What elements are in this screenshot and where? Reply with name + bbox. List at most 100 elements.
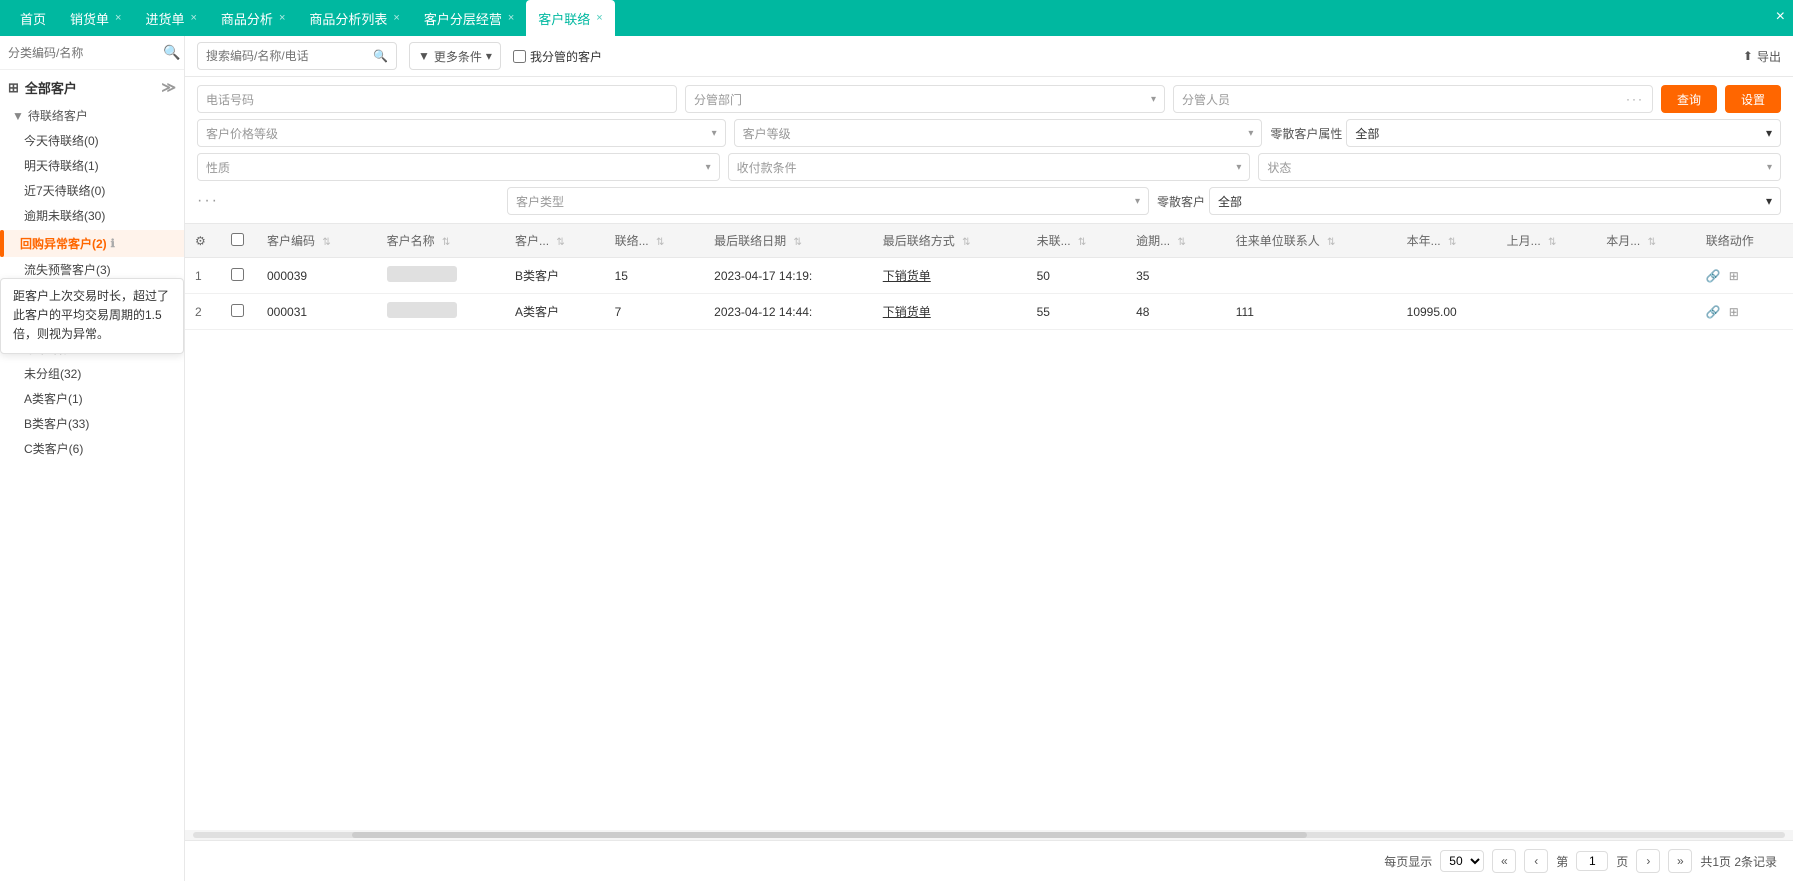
- payment-field[interactable]: 收付款条件 ▾: [728, 153, 1251, 181]
- nav-customer-segment[interactable]: 客户分层经营 ×: [412, 0, 526, 36]
- row-last-contact-method[interactable]: 下销货单: [873, 294, 1027, 330]
- sort-date[interactable]: ⇅: [794, 237, 802, 248]
- row-last-contact-date: 2023-04-12 14:44:: [704, 294, 873, 330]
- nav-purchase-close[interactable]: ×: [190, 12, 196, 24]
- nav-sales-close[interactable]: ×: [115, 12, 121, 24]
- nav-product-list-close[interactable]: ×: [393, 12, 399, 24]
- nav-customer-contact[interactable]: 客户联络 ×: [526, 0, 614, 36]
- query-button[interactable]: 查询: [1661, 85, 1717, 113]
- manager-field[interactable]: 分管人员 ···: [1173, 85, 1653, 113]
- sort-contact-person[interactable]: ⇅: [1327, 237, 1335, 248]
- sidebar-item-overdue[interactable]: 逾期未联络(30): [0, 203, 184, 228]
- search-input-wrapper[interactable]: 🔍: [197, 42, 397, 70]
- dept-field[interactable]: 分管部门 ▾: [685, 85, 1165, 113]
- sort-overdue[interactable]: ⇅: [1177, 237, 1185, 248]
- sidebar-item-7days[interactable]: 近7天待联络(0): [0, 178, 184, 203]
- sort-month[interactable]: ⇅: [1648, 237, 1656, 248]
- sort-lastmonth[interactable]: ⇅: [1548, 237, 1556, 248]
- select-all-checkbox[interactable]: [231, 233, 244, 246]
- search-input[interactable]: [206, 49, 373, 63]
- row-unlink-days: 55: [1027, 294, 1127, 330]
- nav-customer-contact-close[interactable]: ×: [596, 12, 602, 24]
- nature-arrow: ▾: [706, 162, 711, 173]
- my-customers-checkbox[interactable]: 我分管的客户: [513, 48, 602, 65]
- export-btn[interactable]: ⬆ 导出: [1743, 48, 1781, 65]
- table-row: 1 000039 B类客户 15 2023-04-17 14:19: 下销货单 …: [185, 258, 1793, 294]
- more-conditions-btn[interactable]: ▼ 更多条件 ▾: [409, 42, 501, 70]
- sidebar-item-tomorrow[interactable]: 明天待联络(1): [0, 153, 184, 178]
- nav-product-analysis[interactable]: 商品分析 ×: [209, 0, 297, 36]
- search-icon: 🔍: [373, 49, 388, 63]
- sidebar-all-customers-header[interactable]: ⊞ 全部客户 ≫: [0, 70, 184, 101]
- sidebar-item-today[interactable]: 今天待联络(0): [0, 128, 184, 153]
- row-num: 2: [185, 294, 221, 330]
- row-checkbox-cell[interactable]: [221, 294, 257, 330]
- col-settings[interactable]: ⚙: [185, 224, 221, 258]
- nature-field[interactable]: 性质 ▾: [197, 153, 720, 181]
- page-label: 第: [1556, 853, 1568, 870]
- row-checkbox[interactable]: [231, 268, 244, 281]
- first-page-btn[interactable]: «: [1492, 849, 1516, 873]
- prev-page-btn[interactable]: ‹: [1524, 849, 1548, 873]
- collapse-icon[interactable]: ≫: [161, 79, 176, 96]
- price-grade-field[interactable]: 客户价格等级 ▾: [197, 119, 726, 147]
- grid-action-icon[interactable]: ⊞: [1729, 305, 1739, 319]
- sort-type[interactable]: ⇅: [556, 237, 564, 248]
- grid-action-icon[interactable]: ⊞: [1729, 269, 1739, 283]
- sidebar-search-input[interactable]: [8, 46, 163, 60]
- next-page-btn[interactable]: ›: [1636, 849, 1660, 873]
- nav-customer-segment-close[interactable]: ×: [508, 12, 514, 24]
- row-last-contact-method[interactable]: 下销货单: [873, 258, 1027, 294]
- row-contact: 7: [605, 294, 705, 330]
- row-checkbox[interactable]: [231, 304, 244, 317]
- nav-home[interactable]: 首页: [8, 0, 58, 36]
- manager-dots[interactable]: ···: [1626, 92, 1644, 106]
- row-customer-type: A类客户: [505, 294, 605, 330]
- settings-icon[interactable]: ⚙: [195, 234, 206, 248]
- nav-product-analysis-close[interactable]: ×: [279, 12, 285, 24]
- sidebar-item-b-class[interactable]: B类客户(33): [0, 411, 184, 436]
- sidebar-item-ungroup[interactable]: 未分组(32): [0, 361, 184, 386]
- nav-purchase[interactable]: 进货单 ×: [133, 0, 208, 36]
- sort-code[interactable]: ⇅: [322, 237, 330, 248]
- page-input[interactable]: [1576, 851, 1608, 871]
- last-page-btn[interactable]: »: [1668, 849, 1692, 873]
- link-icon[interactable]: 🔗: [1706, 305, 1721, 319]
- row-name: [377, 294, 505, 330]
- per-page-select[interactable]: 50: [1440, 850, 1484, 872]
- my-customers-check[interactable]: [513, 50, 526, 63]
- contact-method-link[interactable]: 下销货单: [883, 269, 931, 283]
- sort-name[interactable]: ⇅: [442, 237, 450, 248]
- customer-grade-field[interactable]: 客户等级 ▾: [734, 119, 1263, 147]
- scroll-track[interactable]: [193, 832, 1785, 838]
- close-all-btn[interactable]: ×: [1776, 8, 1785, 26]
- sort-unlink[interactable]: ⇅: [1078, 237, 1086, 248]
- settings-button[interactable]: 设置: [1725, 85, 1781, 113]
- col-contact: 联络... ⇅: [605, 224, 705, 258]
- retail-customer-selector[interactable]: 全部 ▾: [1209, 187, 1781, 215]
- contact-method-link[interactable]: 下销货单: [883, 305, 931, 319]
- sidebar-item-repurchase-abnormal[interactable]: 回购异常客户(2) ℹ: [0, 230, 184, 257]
- row-overdue: 35: [1126, 258, 1226, 294]
- link-icon[interactable]: 🔗: [1706, 269, 1721, 283]
- col-checkbox[interactable]: [221, 224, 257, 258]
- nav-sales[interactable]: 销货单 ×: [58, 0, 133, 36]
- sort-method[interactable]: ⇅: [962, 237, 970, 248]
- row4-dots[interactable]: ···: [197, 192, 219, 210]
- filter-row-1: 电话号码 分管部门 ▾ 分管人员 ··· 查询 设置: [197, 85, 1781, 113]
- horizontal-scrollbar[interactable]: [185, 830, 1793, 840]
- phone-field[interactable]: 电话号码: [197, 85, 677, 113]
- pending-group: ▼ 待联络客户 今天待联络(0) 明天待联络(1) 近7天待联络(0) 逾期未联…: [0, 101, 184, 230]
- retail-attr-selector[interactable]: 全部 ▾: [1346, 119, 1781, 147]
- nav-product-list[interactable]: 商品分析列表 ×: [297, 0, 411, 36]
- status-field[interactable]: 状态 ▾: [1258, 153, 1781, 181]
- scroll-thumb[interactable]: [352, 832, 1307, 838]
- pending-group-label[interactable]: ▼ 待联络客户: [0, 103, 184, 128]
- customer-type-field[interactable]: 客户类型 ▾: [507, 187, 1149, 215]
- sidebar-item-a-class[interactable]: A类客户(1): [0, 386, 184, 411]
- sort-year[interactable]: ⇅: [1448, 237, 1456, 248]
- row-checkbox-cell[interactable]: [221, 258, 257, 294]
- sort-contact[interactable]: ⇅: [656, 237, 664, 248]
- table-container: ⚙ 客户编码 ⇅ 客户名称 ⇅: [185, 224, 1793, 830]
- sidebar-item-c-class[interactable]: C类客户(6): [0, 436, 184, 461]
